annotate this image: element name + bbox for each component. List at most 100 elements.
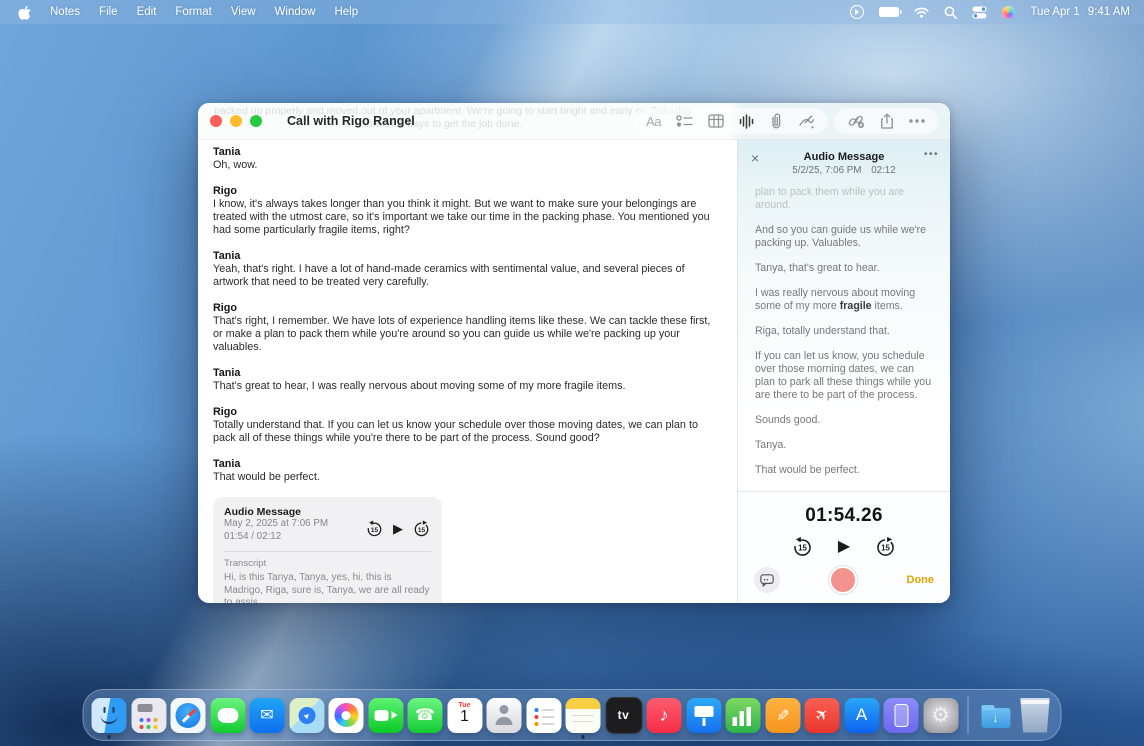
dock-icon-rocket-app[interactable] (805, 698, 840, 733)
transcript-paragraph: If you can let us know, you schedule ove… (755, 350, 933, 402)
apple-menu-icon[interactable] (18, 5, 31, 20)
record-button[interactable] (831, 568, 855, 592)
speech-text: That's great to hear, I was really nervo… (213, 380, 722, 393)
panel-duration: 02:12 (871, 165, 896, 176)
menu-item[interactable]: Format (175, 6, 211, 18)
svg-text:15: 15 (881, 543, 890, 552)
dock-icon-calendar[interactable]: Tue 1 (447, 698, 482, 733)
audio-waveform-icon[interactable] (739, 114, 754, 129)
dock-icon-facetime[interactable] (368, 698, 403, 733)
transcript-paragraph: That would be perfect. (755, 464, 933, 477)
siri-icon[interactable] (1002, 6, 1015, 19)
dialogue-paragraph: Rigo I know, it's always takes longer th… (213, 185, 722, 237)
menu-item[interactable]: Notes (50, 6, 80, 18)
menu-bar-time: 9:41 AM (1088, 6, 1130, 18)
dialogue-paragraph: Tania That would be perfect. (213, 458, 722, 484)
note-body[interactable]: Tania Oh, wow. Rigo I know, it's always … (198, 140, 737, 603)
window-title: Call with Rigo Rangel (287, 114, 415, 128)
menu-item[interactable]: Help (334, 6, 358, 18)
dock-icon-system-settings[interactable] (923, 698, 958, 733)
dock-icon-downloads[interactable] (978, 698, 1013, 733)
svg-text:15: 15 (371, 527, 379, 534)
dock-icon-apple-tv[interactable] (605, 697, 642, 734)
close-window-button[interactable] (210, 115, 222, 127)
menu-item[interactable]: View (231, 6, 256, 18)
dock-icon-maps[interactable] (289, 698, 324, 733)
live-transcript[interactable]: plan to pack them while you are around. … (738, 180, 950, 491)
speaker-name: Tania (213, 458, 722, 471)
speaker-name: Tania (213, 367, 722, 380)
dock-icon-messages[interactable] (210, 698, 245, 733)
close-icon[interactable]: × (751, 151, 759, 165)
menu-item[interactable]: Edit (137, 6, 157, 18)
dock: Tue 1 (83, 689, 1062, 741)
dock-icon-phone[interactable] (408, 698, 443, 733)
transcript-paragraph: Tanya, that's great to hear. (755, 262, 933, 275)
markup-icon[interactable] (798, 113, 815, 129)
menu-bar: Notes File Edit Format View Window Help … (0, 0, 1144, 24)
minimize-window-button[interactable] (230, 115, 242, 127)
dock-icon-notes[interactable] (566, 698, 601, 733)
dock-icon-keynote[interactable] (686, 698, 721, 733)
add-link-icon[interactable] (847, 113, 865, 129)
window-titlebar[interactable]: packed up properly and moved out of your… (198, 103, 950, 140)
menu-bar-date: Tue Apr 1 (1030, 6, 1079, 18)
transcript-bubble-button[interactable] (754, 567, 780, 593)
transcript-paragraph: Riga, totally understand that. (755, 325, 933, 338)
skip-forward-15-icon[interactable]: 15 (874, 535, 897, 558)
more-icon[interactable] (909, 119, 925, 123)
dock-icon-contacts[interactable] (487, 698, 522, 733)
search-icon[interactable] (944, 6, 957, 19)
zoom-window-button[interactable] (250, 115, 262, 127)
done-button[interactable]: Done (907, 574, 935, 586)
skip-forward-15-icon[interactable]: 15 (412, 519, 431, 538)
dock-icon-photos[interactable] (329, 698, 364, 733)
dialogue-paragraph: Tania Yeah, that's right. I have a lot o… (213, 250, 722, 289)
recording-indicator-icon[interactable] (850, 5, 864, 19)
panel-title: Audio Message (768, 151, 920, 163)
play-icon[interactable]: ▶ (393, 522, 403, 535)
dock-icon-trash[interactable] (1018, 698, 1053, 733)
speech-text: That's right, I remember. We have lots o… (213, 315, 722, 354)
dock-icon-pages[interactable] (765, 698, 800, 733)
desktop-wallpaper: Notes File Edit Format View Window Help … (0, 0, 1144, 746)
menu-item[interactable]: File (99, 6, 118, 18)
dialogue-paragraph: Tania Oh, wow. (213, 146, 722, 172)
dock-icon-launchpad[interactable] (131, 698, 166, 733)
transcript-paragraph: And so you can guide us while we're pack… (755, 224, 933, 250)
play-icon[interactable]: ▶ (838, 539, 850, 555)
dock-icon-reminders[interactable] (526, 698, 561, 733)
dock-icon-numbers[interactable] (726, 698, 761, 733)
speaker-name: Rigo (213, 185, 722, 198)
skip-back-15-icon[interactable]: 15 (791, 535, 814, 558)
attachment-icon[interactable] (769, 113, 783, 129)
dock-icon-safari[interactable] (171, 698, 206, 733)
speaker-name: Rigo (213, 406, 722, 419)
menu-bar-clock[interactable]: Tue Apr 1 9:41 AM (1030, 6, 1130, 18)
checklist-icon[interactable] (676, 114, 693, 128)
dock-icon-app-store[interactable] (844, 698, 879, 733)
menu-item[interactable]: Window (275, 6, 316, 18)
control-center-icon[interactable] (972, 6, 987, 19)
dock-icon-mail[interactable] (250, 698, 285, 733)
speech-text: Yeah, that's right. I have a lot of hand… (213, 263, 722, 289)
svg-text:15: 15 (798, 543, 807, 552)
audio-message-card[interactable]: Audio Message May 2, 2025 at 7:06 PM 01:… (213, 497, 442, 603)
battery-icon[interactable] (879, 7, 899, 17)
svg-text:15: 15 (418, 527, 426, 534)
dock-icon-music[interactable] (647, 698, 682, 733)
dialogue-paragraph: Tania That's great to hear, I was really… (213, 367, 722, 393)
share-icon[interactable] (880, 113, 894, 129)
dialogue-list: Tania Oh, wow. Rigo I know, it's always … (213, 146, 722, 484)
skip-back-15-icon[interactable]: 15 (365, 519, 384, 538)
format-aa-icon[interactable]: Aa (646, 114, 661, 129)
notes-window: packed up properly and moved out of your… (198, 103, 950, 603)
wifi-icon[interactable] (914, 7, 929, 18)
playback-footer: 01:54.26 15 ▶ 15 (738, 491, 950, 603)
more-icon[interactable]: ••• (924, 149, 939, 160)
dock-icon-finder[interactable] (92, 698, 127, 733)
table-icon[interactable] (708, 114, 724, 128)
dock-icon-iphone-mirroring[interactable] (884, 698, 919, 733)
running-indicator-dot (107, 735, 111, 739)
card-divider (224, 551, 431, 552)
